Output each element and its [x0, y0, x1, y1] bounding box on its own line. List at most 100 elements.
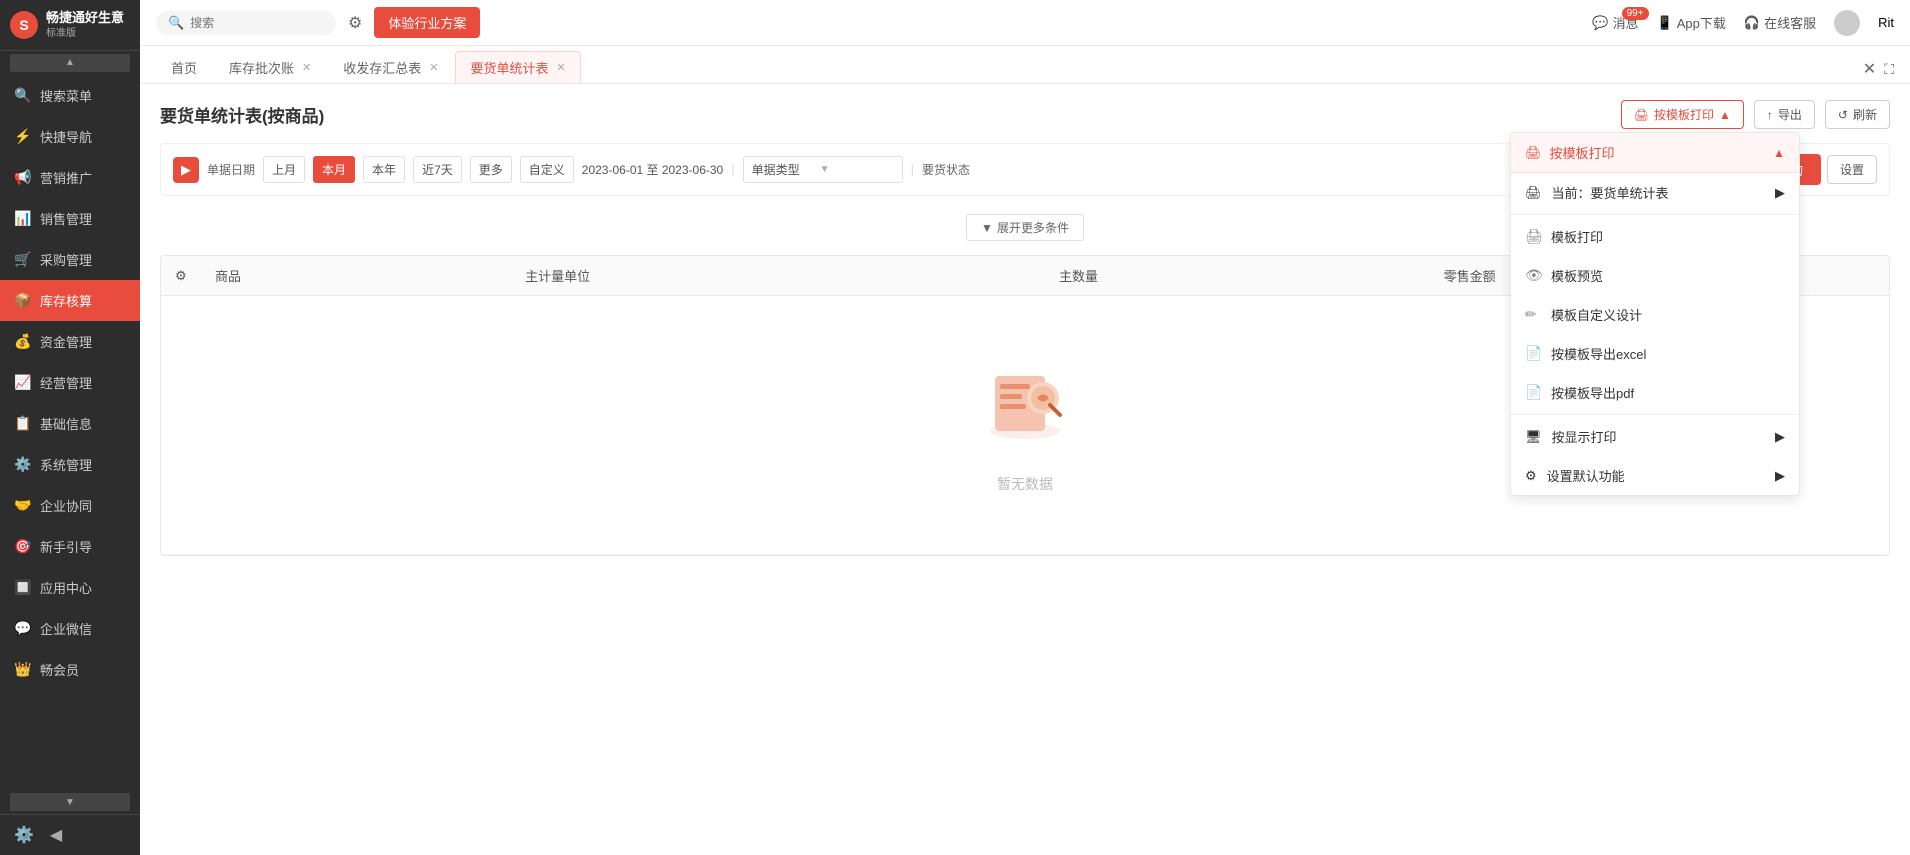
- online-service-item[interactable]: 🎧 在线客服: [1744, 13, 1816, 32]
- display-print-icon: 🖥: [1525, 429, 1542, 445]
- sidebar-scroll-down[interactable]: ▼: [0, 790, 140, 814]
- tab-inventory-batch-label: 库存批次账: [229, 58, 294, 77]
- scroll-down-btn[interactable]: ▼: [10, 793, 130, 811]
- app-center-icon: 🔲: [14, 579, 32, 596]
- template-custom-design-item[interactable]: ✏ 模板自定义设计: [1511, 295, 1799, 334]
- sidebar-item-purchase[interactable]: 🛒 采购管理: [0, 239, 140, 280]
- sidebar-item-inventory[interactable]: 📦 库存核算: [0, 280, 140, 321]
- messages-item[interactable]: 💬 消息 99+: [1592, 13, 1638, 32]
- tab-receivable-summary-close[interactable]: ✕: [429, 61, 438, 74]
- sidebar-item-enterprise[interactable]: 🤝 企业协同: [0, 485, 140, 526]
- expand-more-label: 展开更多条件: [997, 219, 1069, 236]
- sidebar-item-app-center[interactable]: 🔲 应用中心: [0, 567, 140, 608]
- header-search-bar[interactable]: 🔍: [156, 11, 336, 35]
- page-header: 要货单统计表(按商品) 🖨 按模板打印 ▲ ↑ 导出 ↺ 刷新: [160, 100, 1890, 129]
- header: 🔍 ⚙ 体验行业方案 💬 消息 99+ 📱 App下载 🎧 在线客服 Rit: [140, 0, 1910, 46]
- set-default-expand-icon: ▶: [1775, 468, 1785, 484]
- industry-plan-button[interactable]: 体验行业方案: [374, 7, 480, 38]
- refresh-button[interactable]: ↺ 刷新: [1825, 100, 1890, 129]
- print-dropdown: 🖨 按模板打印 ▲ 🖨 当前：要货单统计表 ▶ 🖨 模板打印 👁: [1510, 132, 1800, 496]
- sidebar: S 畅捷通好生意 标准版 ▲ 🔍 搜索菜单 ⚡ 快捷导航 📢 营销推广 📊 销售…: [0, 0, 140, 855]
- tab-close-all-icon[interactable]: ✕: [1863, 59, 1876, 79]
- template-print-icon: 🖨: [1525, 228, 1541, 245]
- header-gear-icon[interactable]: ⚙: [348, 13, 362, 33]
- app-download-label: App下载: [1677, 13, 1726, 32]
- sidebar-item-marketing[interactable]: 📢 营销推广: [0, 157, 140, 198]
- print-template-button[interactable]: 🖨 按模板打印 ▲: [1621, 100, 1744, 129]
- tab-requisition-stats-close[interactable]: ✕: [557, 61, 566, 74]
- order-type-select[interactable]: 单据类型 ▼: [743, 156, 903, 183]
- col-settings-icon[interactable]: ⚙: [175, 268, 187, 283]
- print-dropdown-title: 🖨 按模板打印: [1525, 143, 1615, 162]
- recent-7-button[interactable]: 近7天: [413, 156, 462, 183]
- sidebar-item-system[interactable]: ⚙️ 系统管理: [0, 444, 140, 485]
- scroll-up-btn[interactable]: ▲: [10, 54, 130, 72]
- more-date-button[interactable]: 更多: [470, 156, 512, 183]
- message-icon: 💬: [1592, 15, 1608, 31]
- sidebar-item-guide[interactable]: 🎯 新手引导: [0, 526, 140, 567]
- custom-date-button[interactable]: 自定义: [520, 156, 574, 183]
- sidebar-item-basic[interactable]: 📋 基础信息: [0, 403, 140, 444]
- tab-inventory-batch[interactable]: 库存批次账 ✕: [214, 51, 326, 83]
- current-template-icon: 🖨: [1525, 185, 1542, 201]
- filter-expand-button[interactable]: ▶: [173, 157, 199, 183]
- display-print-expand-icon: ▶: [1775, 429, 1785, 445]
- sidebar-item-finance[interactable]: 💰 资金管理: [0, 321, 140, 362]
- sidebar-item-member[interactable]: 👑 畅会员: [0, 649, 140, 690]
- print-btn-label: 按模板打印: [1654, 106, 1714, 123]
- sidebar-item-label: 基础信息: [40, 414, 92, 433]
- template-export-excel-item[interactable]: 📄 按模板导出excel: [1511, 334, 1799, 373]
- template-custom-icon: ✏: [1525, 306, 1541, 323]
- tab-inventory-batch-close[interactable]: ✕: [302, 61, 311, 74]
- sidebar-item-sales[interactable]: 📊 销售管理: [0, 198, 140, 239]
- set-default-left: ⚙ 设置默认功能: [1525, 466, 1625, 485]
- sidebar-item-label: 企业微信: [40, 619, 92, 638]
- tab-receivable-summary[interactable]: 收发存汇总表 ✕: [328, 51, 453, 83]
- print-dropdown-header[interactable]: 🖨 按模板打印 ▲: [1511, 133, 1799, 173]
- sidebar-item-operations[interactable]: 📈 经营管理: [0, 362, 140, 403]
- app-download-icon: 📱: [1657, 15, 1673, 31]
- collapse-footer-icon[interactable]: ◀: [50, 825, 62, 845]
- tab-requisition-stats[interactable]: 要货单统计表 ✕: [455, 51, 580, 83]
- current-month-button[interactable]: 本月: [313, 156, 355, 183]
- expand-more-btn[interactable]: ▼ 展开更多条件: [966, 214, 1084, 241]
- expand-more-icon: ▼: [981, 221, 993, 235]
- quick-nav-icon: ⚡: [14, 128, 32, 145]
- sidebar-item-label: 库存核算: [40, 291, 92, 310]
- prev-month-button[interactable]: 上月: [263, 156, 305, 183]
- user-avatar[interactable]: [1834, 10, 1860, 36]
- template-preview-label: 模板预览: [1551, 266, 1603, 285]
- display-print-item[interactable]: 🖥 按显示打印 ▶: [1511, 417, 1799, 456]
- sidebar-scroll-up[interactable]: ▲: [0, 51, 140, 75]
- template-preview-item[interactable]: 👁 模板预览: [1511, 256, 1799, 295]
- divider-2: [1511, 414, 1799, 415]
- set-default-label: 设置默认功能: [1547, 466, 1625, 485]
- current-template-item[interactable]: 🖨 当前：要货单统计表 ▶: [1511, 173, 1799, 212]
- sidebar-item-search[interactable]: 🔍 搜索菜单: [0, 75, 140, 116]
- tab-expand-icon[interactable]: ⛶: [1884, 61, 1894, 78]
- sidebar-item-label: 采购管理: [40, 250, 92, 269]
- app-download-item[interactable]: 📱 App下载: [1657, 13, 1726, 32]
- current-template-left: 🖨 当前：要货单统计表: [1525, 183, 1669, 202]
- sidebar-item-enterprise-wechat[interactable]: 💬 企业微信: [0, 608, 140, 649]
- template-preview-icon: 👁: [1525, 267, 1541, 284]
- tab-home[interactable]: 首页: [156, 51, 212, 83]
- filter-separator-2: |: [911, 162, 914, 177]
- template-print-label: 模板打印: [1551, 227, 1603, 246]
- template-print-item[interactable]: 🖨 模板打印: [1511, 217, 1799, 256]
- template-export-pdf-item[interactable]: 📄 按模板导出pdf: [1511, 373, 1799, 412]
- user-name[interactable]: Rit: [1878, 15, 1894, 30]
- current-year-button[interactable]: 本年: [363, 156, 405, 183]
- header-search-icon: 🔍: [168, 15, 184, 31]
- header-search-input[interactable]: [190, 16, 324, 30]
- app-subtitle: 标准版: [46, 27, 124, 40]
- settings-footer-icon[interactable]: ⚙️: [14, 825, 34, 845]
- export-button[interactable]: ↑ 导出: [1754, 100, 1815, 129]
- sidebar-item-quick-nav[interactable]: ⚡ 快捷导航: [0, 116, 140, 157]
- set-default-item[interactable]: ⚙ 设置默认功能 ▶: [1511, 456, 1799, 495]
- messages-badge: 99+: [1622, 7, 1649, 20]
- template-custom-label: 模板自定义设计: [1551, 305, 1642, 324]
- content-area: 要货单统计表(按商品) 🖨 按模板打印 ▲ ↑ 导出 ↺ 刷新: [140, 84, 1910, 855]
- settings-button[interactable]: 设置: [1827, 155, 1877, 184]
- template-excel-icon: 📄: [1525, 345, 1541, 362]
